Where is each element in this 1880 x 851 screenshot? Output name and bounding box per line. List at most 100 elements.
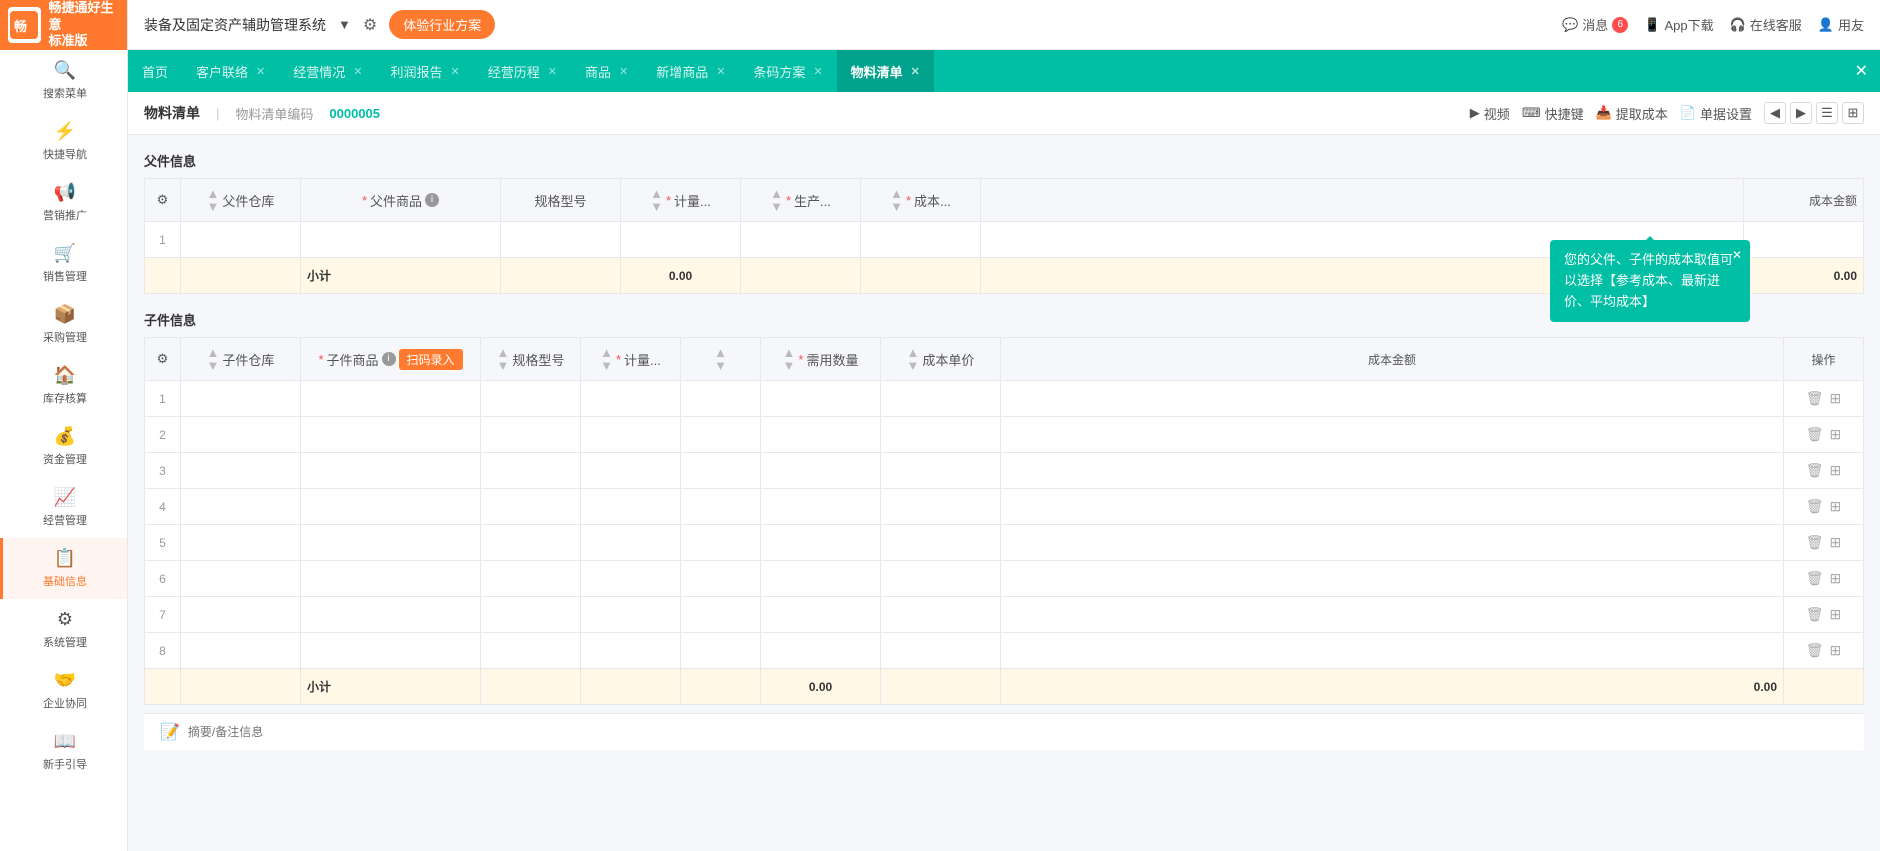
child-warehouse-3[interactable] bbox=[181, 453, 301, 489]
parent-col-settings[interactable]: ⚙ bbox=[145, 179, 181, 222]
prev-page-btn[interactable]: ◀ bbox=[1764, 102, 1786, 124]
sidebar-item-0[interactable]: 🔍搜索菜单 bbox=[0, 50, 127, 111]
child-product-4[interactable] bbox=[301, 489, 481, 525]
child-product-7[interactable] bbox=[301, 597, 481, 633]
child-product-5[interactable] bbox=[301, 525, 481, 561]
child-product-1[interactable] bbox=[301, 381, 481, 417]
child-needed-4[interactable] bbox=[761, 489, 881, 525]
sidebar-item-9[interactable]: ⚙系统管理 bbox=[0, 599, 127, 660]
child-spec-5[interactable] bbox=[481, 525, 581, 561]
nav-tab-1[interactable]: 客户联络✕ bbox=[182, 50, 279, 92]
child-warehouse-2[interactable] bbox=[181, 417, 301, 453]
child-spec-2[interactable] bbox=[481, 417, 581, 453]
note-input[interactable] bbox=[188, 725, 1848, 739]
tab-close-8[interactable]: ✕ bbox=[911, 65, 920, 78]
sidebar-item-4[interactable]: 📦采购管理 bbox=[0, 294, 127, 355]
child-unit-1[interactable] bbox=[581, 381, 681, 417]
nav-tab-7[interactable]: 条码方案✕ bbox=[739, 50, 836, 92]
child-unit-cost-5[interactable] bbox=[881, 525, 1001, 561]
copy-icon-2[interactable]: ⊞ bbox=[1830, 426, 1842, 443]
tab-close-2[interactable]: ✕ bbox=[353, 65, 362, 78]
delete-icon-7[interactable]: 🗑 bbox=[1806, 606, 1824, 623]
delete-icon-8[interactable]: 🗑 bbox=[1806, 642, 1824, 659]
nav-tab-6[interactable]: 新增商品✕ bbox=[642, 50, 739, 92]
child-info-icon[interactable]: i bbox=[382, 352, 396, 366]
parent-warehouse-cell[interactable] bbox=[181, 222, 301, 258]
child-needed-8[interactable] bbox=[761, 633, 881, 669]
child-warehouse-7[interactable] bbox=[181, 597, 301, 633]
child-needed-1[interactable] bbox=[761, 381, 881, 417]
child-warehouse-8[interactable] bbox=[181, 633, 301, 669]
copy-icon-4[interactable]: ⊞ bbox=[1830, 498, 1842, 515]
sidebar-item-11[interactable]: 📖新手引导 bbox=[0, 721, 127, 782]
tab-close-6[interactable]: ✕ bbox=[716, 65, 725, 78]
sidebar-item-7[interactable]: 📈经营管理 bbox=[0, 477, 127, 538]
sidebar-item-2[interactable]: 📢营销推广 bbox=[0, 172, 127, 233]
copy-icon-1[interactable]: ⊞ bbox=[1830, 390, 1842, 407]
nav-tab-3[interactable]: 利润报告✕ bbox=[376, 50, 473, 92]
menu-btn[interactable]: ☰ bbox=[1816, 102, 1838, 124]
child-unit-5[interactable] bbox=[581, 525, 681, 561]
extract-cost-btn[interactable]: 📥 提取成本 bbox=[1596, 104, 1668, 123]
child-extra-5[interactable] bbox=[681, 525, 761, 561]
child-col-settings[interactable]: ⚙ bbox=[145, 338, 181, 381]
nav-tab-5[interactable]: 商品✕ bbox=[571, 50, 642, 92]
child-product-2[interactable] bbox=[301, 417, 481, 453]
sidebar-item-6[interactable]: 💰资金管理 bbox=[0, 416, 127, 477]
child-needed-5[interactable] bbox=[761, 525, 881, 561]
gear-icon[interactable]: ⚙ bbox=[363, 15, 377, 35]
parent-produce-cell[interactable] bbox=[741, 222, 861, 258]
child-product-8[interactable] bbox=[301, 633, 481, 669]
sidebar-item-3[interactable]: 🛒销售管理 bbox=[0, 233, 127, 294]
user-menu[interactable]: 👤 用友 bbox=[1818, 15, 1864, 34]
child-extra-2[interactable] bbox=[681, 417, 761, 453]
parent-unit-cell[interactable] bbox=[621, 222, 741, 258]
tab-close-5[interactable]: ✕ bbox=[619, 65, 628, 78]
nav-tab-4[interactable]: 经营历程✕ bbox=[474, 50, 571, 92]
delete-icon-4[interactable]: 🗑 bbox=[1806, 498, 1824, 515]
tab-close-1[interactable]: ✕ bbox=[256, 65, 265, 78]
child-unit-8[interactable] bbox=[581, 633, 681, 669]
parent-product-cell[interactable] bbox=[301, 222, 501, 258]
trial-btn[interactable]: 体验行业方案 bbox=[389, 10, 495, 39]
online-service-btn[interactable]: 🎧 在线客服 bbox=[1730, 15, 1802, 34]
child-needed-7[interactable] bbox=[761, 597, 881, 633]
delete-icon-3[interactable]: 🗑 bbox=[1806, 462, 1824, 479]
single-settings-btn[interactable]: 📄 单据设置 bbox=[1680, 104, 1752, 123]
expand-btn[interactable]: ⊞ bbox=[1842, 102, 1864, 124]
next-page-btn[interactable]: ▶ bbox=[1790, 102, 1812, 124]
tab-close-7[interactable]: ✕ bbox=[813, 65, 822, 78]
close-all-tabs-btn[interactable]: ✕ bbox=[1843, 61, 1880, 81]
delete-icon-1[interactable]: 🗑 bbox=[1806, 390, 1824, 407]
child-extra-1[interactable] bbox=[681, 381, 761, 417]
child-product-6[interactable] bbox=[301, 561, 481, 597]
child-unit-cost-8[interactable] bbox=[881, 633, 1001, 669]
child-unit-cost-3[interactable] bbox=[881, 453, 1001, 489]
child-extra-8[interactable] bbox=[681, 633, 761, 669]
sidebar-item-1[interactable]: ⚡快捷导航 bbox=[0, 111, 127, 172]
tab-close-4[interactable]: ✕ bbox=[548, 65, 557, 78]
child-spec-6[interactable] bbox=[481, 561, 581, 597]
nav-tab-2[interactable]: 经营情况✕ bbox=[279, 50, 376, 92]
child-unit-6[interactable] bbox=[581, 561, 681, 597]
scan-btn[interactable]: 扫码录入 bbox=[399, 349, 463, 370]
child-warehouse-5[interactable] bbox=[181, 525, 301, 561]
copy-icon-5[interactable]: ⊞ bbox=[1830, 534, 1842, 551]
view-btn[interactable]: ▶ 视频 bbox=[1470, 104, 1510, 123]
child-extra-3[interactable] bbox=[681, 453, 761, 489]
parent-cost-cell[interactable] bbox=[861, 222, 981, 258]
child-spec-4[interactable] bbox=[481, 489, 581, 525]
sidebar-item-10[interactable]: 🤝企业协同 bbox=[0, 660, 127, 721]
child-unit-7[interactable] bbox=[581, 597, 681, 633]
delete-icon-5[interactable]: 🗑 bbox=[1806, 534, 1824, 551]
child-spec-7[interactable] bbox=[481, 597, 581, 633]
child-warehouse-6[interactable] bbox=[181, 561, 301, 597]
child-needed-6[interactable] bbox=[761, 561, 881, 597]
child-unit-cost-1[interactable] bbox=[881, 381, 1001, 417]
parent-spec-cell[interactable] bbox=[501, 222, 621, 258]
child-unit-cost-4[interactable] bbox=[881, 489, 1001, 525]
child-spec-3[interactable] bbox=[481, 453, 581, 489]
child-extra-7[interactable] bbox=[681, 597, 761, 633]
nav-tab-0[interactable]: 首页 bbox=[128, 50, 182, 92]
child-spec-8[interactable] bbox=[481, 633, 581, 669]
